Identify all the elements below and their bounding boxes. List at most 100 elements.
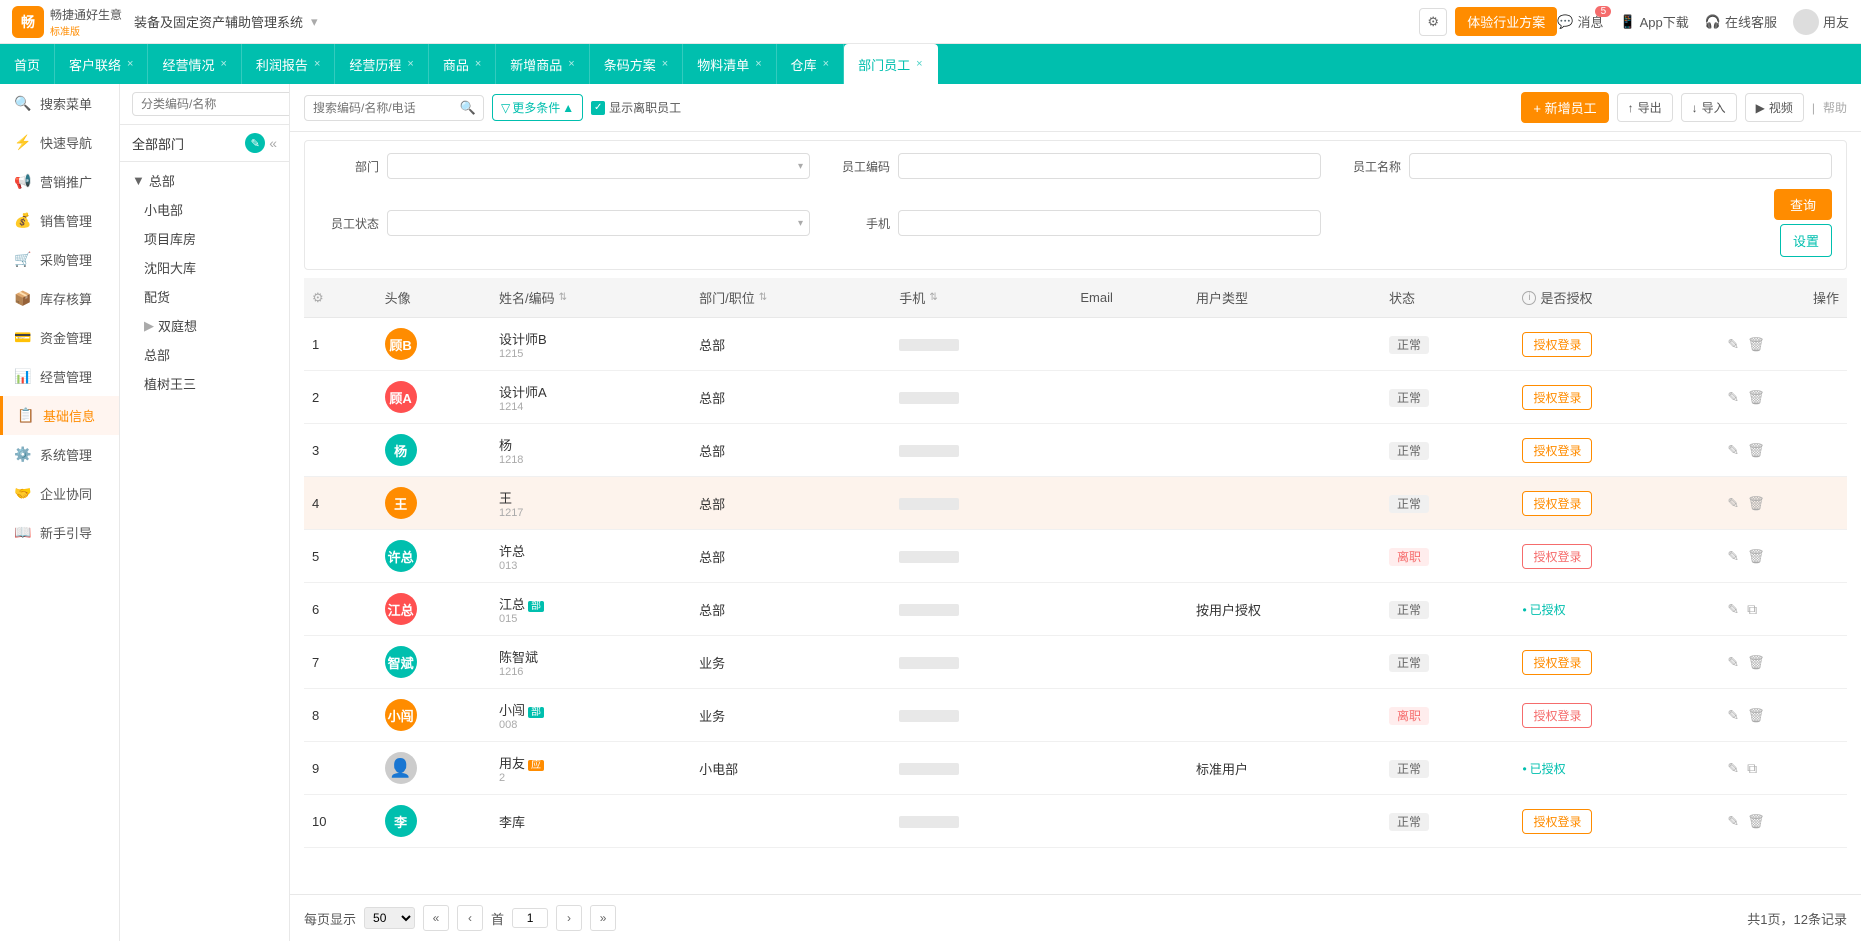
tab-employee-close[interactable]: × xyxy=(916,58,922,70)
next-page-btn[interactable]: › xyxy=(556,905,582,931)
tab-bom[interactable]: 物料清单× xyxy=(683,44,776,84)
dept-node-shenyang[interactable]: 沈阳大库 xyxy=(120,253,289,282)
status-select[interactable] xyxy=(388,211,809,235)
sidebar-item-system[interactable]: ⚙️ 系统管理 xyxy=(0,435,119,474)
sidebar-item-basic[interactable]: 📋 基础信息 xyxy=(0,396,119,435)
edit-icon[interactable]: ✎ xyxy=(1727,654,1739,671)
edit-icon[interactable]: ✎ xyxy=(1727,442,1739,459)
filter-search-input[interactable] xyxy=(304,95,484,121)
tab-bom-close[interactable]: × xyxy=(755,58,761,70)
edit-icon[interactable]: ✎ xyxy=(1727,548,1739,565)
app-download-button[interactable]: 📱 App下载 xyxy=(1619,12,1688,31)
sidebar-item-sales[interactable]: 💰 销售管理 xyxy=(0,201,119,240)
edit-icon[interactable]: ✎ xyxy=(1727,760,1739,777)
dept-sort-icon[interactable]: ⇅ xyxy=(759,292,767,303)
edit-icon[interactable]: ✎ xyxy=(1727,389,1739,406)
edit-icon[interactable]: ✎ xyxy=(1727,707,1739,724)
auth-button[interactable]: 授权登录 xyxy=(1522,491,1592,516)
dept-select-wrap[interactable]: ▾ xyxy=(387,153,810,179)
dept-collapse-icon[interactable]: « xyxy=(269,135,277,151)
export-button[interactable]: ↑ 导出 xyxy=(1617,93,1673,122)
auth-info-icon[interactable]: i xyxy=(1522,291,1536,305)
dept-node-xiangmu[interactable]: 项目库房 xyxy=(120,224,289,253)
delete-icon[interactable]: 🗑 xyxy=(1747,654,1765,671)
dept-search-input[interactable] xyxy=(132,92,290,116)
dept-node-peihuo[interactable]: 配货 xyxy=(120,282,289,311)
delete-icon[interactable]: 🗑 xyxy=(1747,389,1765,406)
import-button[interactable]: ↓ 导入 xyxy=(1681,93,1737,122)
tab-warehouse[interactable]: 仓库× xyxy=(777,44,844,84)
last-page-btn[interactable]: » xyxy=(590,905,616,931)
status-select-wrap[interactable]: ▾ xyxy=(387,210,810,236)
auth-button[interactable]: 授权登录 xyxy=(1522,332,1592,357)
tab-goods-close[interactable]: × xyxy=(475,58,481,70)
sidebar-item-purchase[interactable]: 🛒 采购管理 xyxy=(0,240,119,279)
empcode-input[interactable] xyxy=(898,153,1321,179)
name-sort-icon[interactable]: ⇅ xyxy=(559,292,567,303)
auth-button[interactable]: 授权登录 xyxy=(1522,809,1592,834)
auth-button[interactable]: 授权登录 xyxy=(1522,438,1592,463)
query-button[interactable]: 查询 xyxy=(1774,189,1832,220)
tab-operation[interactable]: 经营情况× xyxy=(148,44,241,84)
tab-profit[interactable]: 利润报告× xyxy=(242,44,335,84)
copy-icon[interactable]: ⧉ xyxy=(1747,760,1757,777)
tab-home[interactable]: 首页 xyxy=(0,44,55,84)
auth-button[interactable]: 授权登录 xyxy=(1522,650,1592,675)
help-label[interactable]: 帮助 xyxy=(1823,99,1847,116)
edit-icon[interactable]: ✎ xyxy=(1727,601,1739,618)
dept-node-zhishu[interactable]: 植树王三 xyxy=(120,369,289,398)
more-conditions-button[interactable]: ▽ 更多条件 ▲ xyxy=(492,94,583,121)
auth-button-resigned[interactable]: 授权登录 xyxy=(1522,544,1592,569)
dept-node-shuangting[interactable]: ▶ 双庭想 xyxy=(120,311,289,340)
page-input[interactable] xyxy=(512,908,548,928)
sidebar-item-inventory[interactable]: 📦 库存核算 xyxy=(0,279,119,318)
tab-new-goods[interactable]: 新增商品× xyxy=(496,44,589,84)
sidebar-item-collab[interactable]: 🤝 企业协同 xyxy=(0,474,119,513)
delete-icon[interactable]: 🗑 xyxy=(1747,495,1765,512)
per-page-select[interactable]: 50 10 20 100 xyxy=(364,907,415,929)
tab-goods[interactable]: 商品× xyxy=(429,44,496,84)
dept-node-zongbu2[interactable]: 总部 xyxy=(120,340,289,369)
delete-icon[interactable]: 🗑 xyxy=(1747,707,1765,724)
dept-edit-icon[interactable]: ✎ xyxy=(245,133,265,153)
tab-history-close[interactable]: × xyxy=(407,58,413,70)
tab-barcode[interactable]: 条码方案× xyxy=(590,44,683,84)
delete-icon[interactable]: 🗑 xyxy=(1747,548,1765,565)
filter-search-icon[interactable]: 🔍 xyxy=(460,100,476,116)
tab-profit-close[interactable]: × xyxy=(314,58,320,70)
settings-button[interactable]: 设置 xyxy=(1780,224,1832,257)
auth-button-resigned[interactable]: 授权登录 xyxy=(1522,703,1592,728)
tab-warehouse-close[interactable]: × xyxy=(823,58,829,70)
edit-icon[interactable]: ✎ xyxy=(1727,813,1739,830)
tab-new-goods-close[interactable]: × xyxy=(568,58,574,70)
sidebar-item-business[interactable]: 📊 经营管理 xyxy=(0,357,119,396)
user-area[interactable]: 用友 xyxy=(1793,9,1849,35)
phone-sort-icon[interactable]: ⇅ xyxy=(929,292,937,303)
dept-select[interactable] xyxy=(388,154,809,178)
dept-node-zongbu-root[interactable]: ▼ 总部 xyxy=(120,166,289,195)
sidebar-item-finance[interactable]: 💳 资金管理 xyxy=(0,318,119,357)
tab-customer-close[interactable]: × xyxy=(127,58,133,70)
empname-input[interactable] xyxy=(1409,153,1832,179)
experience-btn[interactable]: 体验行业方案 xyxy=(1455,7,1557,36)
system-title-arrow-icon[interactable]: ▾ xyxy=(311,14,318,30)
tab-employee[interactable]: 部门员工× xyxy=(844,44,937,84)
sidebar-item-guide[interactable]: 📖 新手引导 xyxy=(0,513,119,552)
phone-input[interactable] xyxy=(898,210,1321,236)
show-resigned-toggle[interactable]: ✓ 显示离职员工 xyxy=(591,99,681,116)
gear-button[interactable]: ⚙ xyxy=(1419,8,1447,36)
delete-icon[interactable]: 🗑 xyxy=(1747,813,1765,830)
first-page-btn[interactable]: « xyxy=(423,905,449,931)
delete-icon[interactable]: 🗑 xyxy=(1747,442,1765,459)
message-button[interactable]: 💬 消息 5 xyxy=(1557,12,1603,31)
online-service-button[interactable]: 🎧 在线客服 xyxy=(1705,12,1777,31)
tab-barcode-close[interactable]: × xyxy=(662,58,668,70)
view-button[interactable]: ▶ 视频 xyxy=(1745,93,1804,122)
auth-button[interactable]: 授权登录 xyxy=(1522,385,1592,410)
add-employee-button[interactable]: + 新增员工 xyxy=(1521,92,1608,123)
sidebar-item-search[interactable]: 🔍 搜索菜单 xyxy=(0,84,119,123)
dept-node-xiaodiandu[interactable]: 小电部 xyxy=(120,195,289,224)
copy-icon[interactable]: ⧉ xyxy=(1747,601,1757,618)
delete-icon[interactable]: 🗑 xyxy=(1747,336,1765,353)
tab-customer[interactable]: 客户联络× xyxy=(55,44,148,84)
